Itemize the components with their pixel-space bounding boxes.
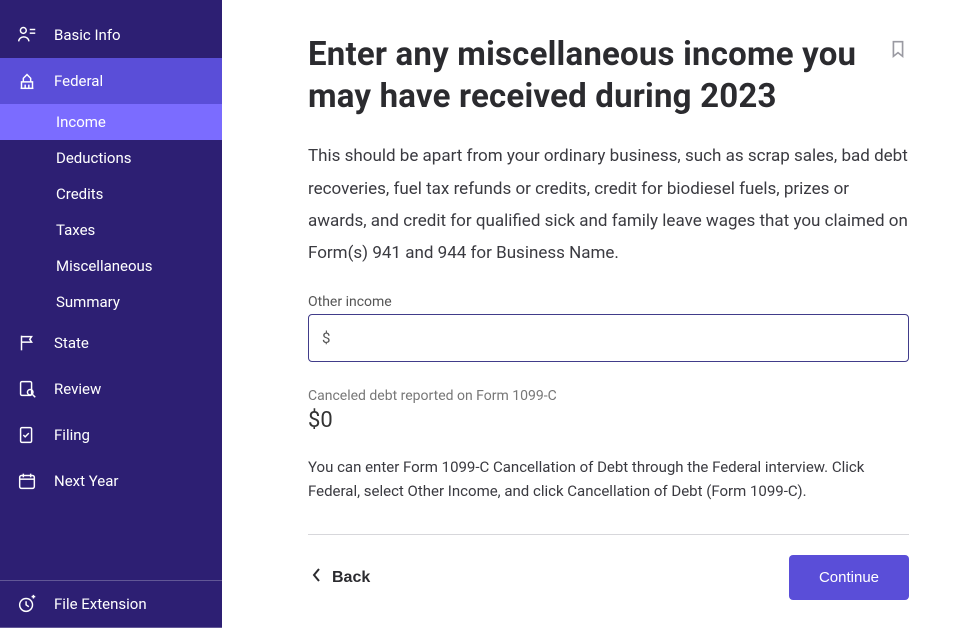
sub-taxes[interactable]: Taxes (0, 212, 222, 248)
page-title: Enter any miscellaneous income you may h… (308, 34, 871, 118)
other-income-label: Other income (308, 294, 909, 310)
chevron-left-icon (312, 567, 322, 588)
main-content: Enter any miscellaneous income you may h… (222, 0, 955, 628)
clipboard-search-icon (16, 378, 38, 400)
nav-filing[interactable]: Filing (0, 412, 222, 458)
other-income-field: Other income $ (308, 294, 909, 362)
nav-label: File Extension (54, 595, 147, 613)
continue-button[interactable]: Continue (789, 555, 909, 600)
nav-review[interactable]: Review (0, 366, 222, 412)
nav-list: Basic Info Federal Income Deductions Cre… (0, 0, 222, 504)
back-button[interactable]: Back (308, 559, 374, 596)
content-divider (308, 534, 909, 535)
nav-file-extension[interactable]: File Extension (0, 581, 222, 627)
bookmark-icon (887, 48, 909, 63)
person-lines-icon (16, 24, 38, 46)
nav-federal[interactable]: Federal (0, 58, 222, 104)
intro-text: This should be apart from your ordinary … (308, 140, 909, 269)
nav-label: Federal (54, 72, 103, 90)
help-text: You can enter Form 1099-C Cancellation o… (308, 455, 909, 505)
page-header: Enter any miscellaneous income you may h… (308, 34, 909, 118)
sub-miscellaneous[interactable]: Miscellaneous (0, 248, 222, 284)
sub-credits[interactable]: Credits (0, 176, 222, 212)
nav-label: Review (54, 380, 101, 398)
sidebar: Basic Info Federal Income Deductions Cre… (0, 0, 222, 628)
clock-plus-icon (16, 593, 38, 615)
canceled-debt-value: $0 (308, 408, 909, 433)
sub-summary[interactable]: Summary (0, 284, 222, 320)
canceled-debt-block: Canceled debt reported on Form 1099-C $0 (308, 388, 909, 433)
flag-icon (16, 332, 38, 354)
capitol-icon (16, 70, 38, 92)
sub-deductions[interactable]: Deductions (0, 140, 222, 176)
nav-state[interactable]: State (0, 320, 222, 366)
sub-income[interactable]: Income (0, 104, 222, 140)
sidebar-bottom: File Extension (0, 580, 222, 628)
nav-label: Next Year (54, 472, 118, 490)
nav-label: Filing (54, 426, 90, 444)
other-income-input[interactable] (308, 314, 909, 362)
canceled-debt-caption: Canceled debt reported on Form 1099-C (308, 388, 909, 404)
file-check-icon (16, 424, 38, 446)
nav-basic-info[interactable]: Basic Info (0, 12, 222, 58)
nav-label: State (54, 334, 89, 352)
federal-sub-list: Income Deductions Credits Taxes Miscella… (0, 104, 222, 320)
calendar-icon (16, 470, 38, 492)
bookmark-button[interactable] (887, 34, 909, 63)
footer-row: Back Continue (308, 555, 909, 600)
back-button-label: Back (332, 569, 370, 587)
nav-label: Basic Info (54, 26, 121, 44)
nav-next-year[interactable]: Next Year (0, 458, 222, 504)
